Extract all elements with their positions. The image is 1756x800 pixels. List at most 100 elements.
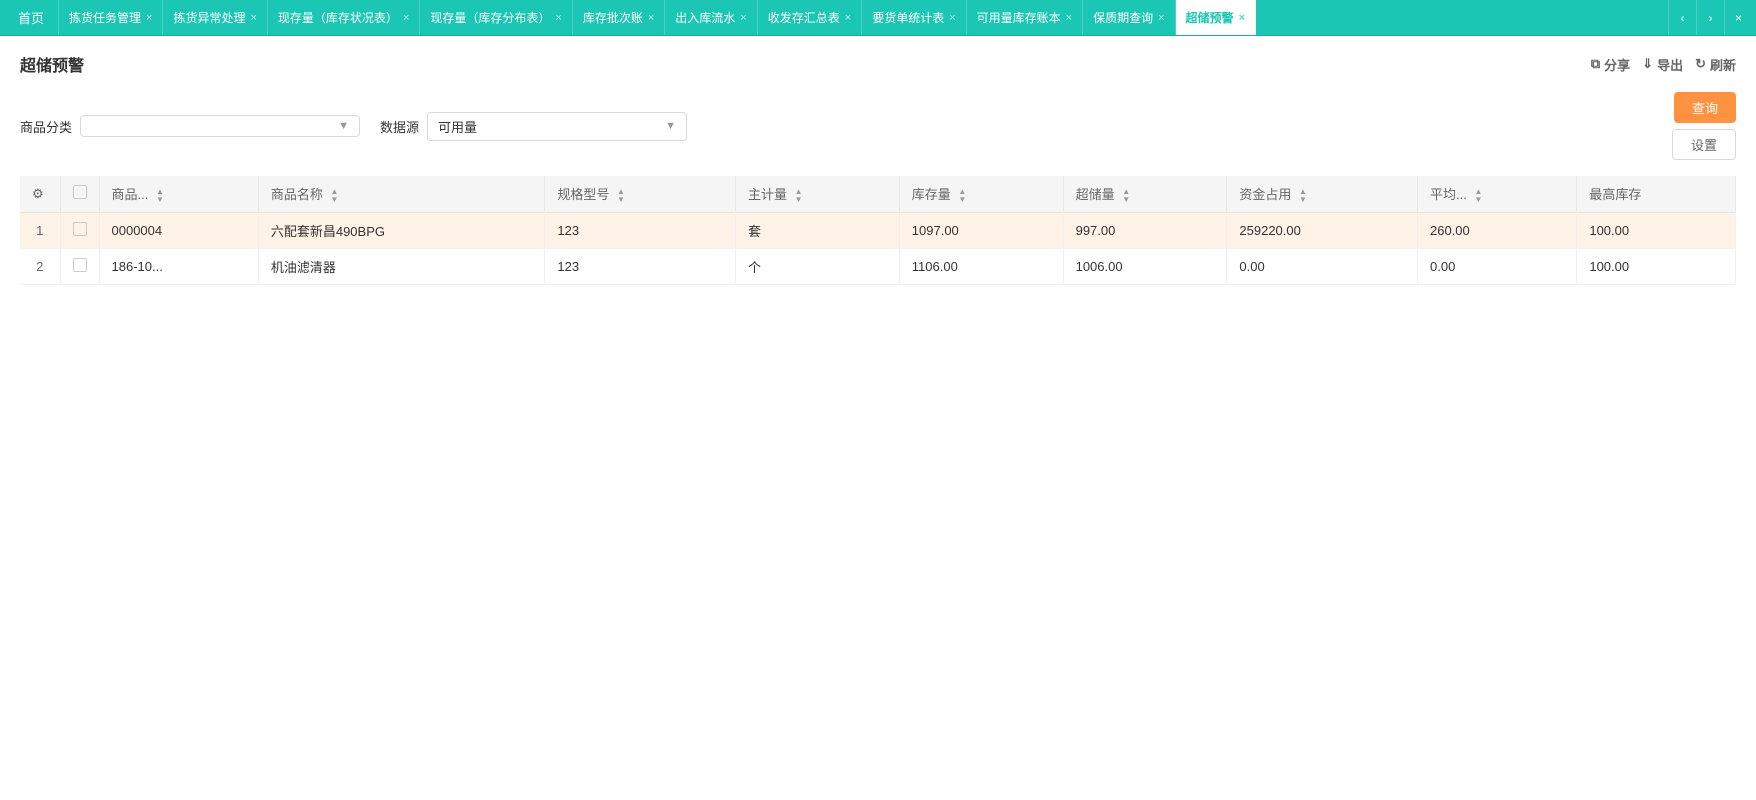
tab-2[interactable]: 拣货异常处理 × xyxy=(163,0,267,36)
row-2-product-code: 186-10... xyxy=(99,248,258,284)
sort-icon-2: ▲▼ xyxy=(330,188,338,204)
col-max-stock-header[interactable]: 最高库存 xyxy=(1577,176,1736,212)
row-2-max-stock: 100.00 xyxy=(1577,248,1736,284)
tab-5[interactable]: 库存批次账 × xyxy=(573,0,665,36)
page-title: 超储预警 xyxy=(20,52,84,76)
row-1-stock: 1097.00 xyxy=(899,212,1063,248)
row-1-num: 1 xyxy=(20,212,60,248)
table-header-row: ⚙ 商品... ▲▼ 商品名称 ▲▼ 规格型号 ▲▼ 主计 xyxy=(20,176,1736,212)
filter-buttons: 查询 设置 xyxy=(1672,92,1736,160)
col-spec-header[interactable]: 规格型号 ▲▼ xyxy=(545,176,736,212)
col-overstock-header[interactable]: 超储量 ▲▼ xyxy=(1063,176,1227,212)
export-icon: ⇓ xyxy=(1642,56,1653,72)
tab-11[interactable]: 超储预警 × xyxy=(1176,0,1256,36)
row-2-checkbox-cell xyxy=(60,248,99,284)
tab-5-close[interactable]: × xyxy=(648,12,654,24)
row-1-checkbox[interactable] xyxy=(73,222,87,236)
page-actions: ⧉ 分享 ⇓ 导出 ↻ 刷新 xyxy=(1591,55,1736,74)
settings-icon: ⚙ xyxy=(32,186,44,201)
row-2-capital: 0.00 xyxy=(1227,248,1418,284)
tab-3-close[interactable]: × xyxy=(403,12,409,24)
sort-icon-6: ▲▼ xyxy=(1122,188,1130,204)
sort-icon-8: ▲▼ xyxy=(1474,188,1482,204)
col-capital-header[interactable]: 资金占用 ▲▼ xyxy=(1227,176,1418,212)
row-2-spec: 123 xyxy=(545,248,736,284)
nav-home[interactable]: 首页 xyxy=(4,0,59,36)
tab-6[interactable]: 出入库流水 × xyxy=(665,0,757,36)
data-source-label: 数据源 xyxy=(380,117,419,136)
row-1-avg: 260.00 xyxy=(1418,212,1577,248)
filter-data-source: 数据源 可用量 ▼ xyxy=(380,112,687,141)
table-row: 1 0000004 六配套新昌490BPG 123 套 1097.00 997.… xyxy=(20,212,1736,248)
row-1-capital: 259220.00 xyxy=(1227,212,1418,248)
page-content: 超储预警 ⧉ 分享 ⇓ 导出 ↻ 刷新 商品分类 ▼ 数据源 xyxy=(0,36,1756,301)
col-unit-header[interactable]: 主计量 ▲▼ xyxy=(735,176,899,212)
row-1-product-name: 六配套新昌490BPG xyxy=(258,212,545,248)
settings-button[interactable]: 设置 xyxy=(1672,129,1736,160)
nav-close-button[interactable]: × xyxy=(1724,0,1752,36)
table-row: 2 186-10... 机油滤清器 123 个 1106.00 1006.00 … xyxy=(20,248,1736,284)
row-2-num: 2 xyxy=(20,248,60,284)
row-2-product-name: 机油滤清器 xyxy=(258,248,545,284)
sort-icon-4: ▲▼ xyxy=(795,188,803,204)
tab-10-close[interactable]: × xyxy=(1158,12,1164,24)
row-2-avg: 0.00 xyxy=(1418,248,1577,284)
row-1-overstock: 997.00 xyxy=(1063,212,1227,248)
refresh-button[interactable]: ↻ 刷新 xyxy=(1695,55,1736,74)
sort-icon-5: ▲▼ xyxy=(958,188,966,204)
sort-icon-3: ▲▼ xyxy=(617,188,625,204)
tab-8-close[interactable]: × xyxy=(949,12,955,24)
nav-arrows: ‹ › × xyxy=(1668,0,1752,36)
col-product-name-header[interactable]: 商品名称 ▲▼ xyxy=(258,176,545,212)
row-2-overstock: 1006.00 xyxy=(1063,248,1227,284)
row-2-checkbox[interactable] xyxy=(73,258,87,272)
refresh-icon: ↻ xyxy=(1695,56,1706,72)
row-2-unit: 个 xyxy=(735,248,899,284)
tab-11-close[interactable]: × xyxy=(1239,12,1245,24)
tab-1-close[interactable]: × xyxy=(146,12,152,24)
chevron-down-icon-2: ▼ xyxy=(665,120,676,132)
tab-9-close[interactable]: × xyxy=(1066,12,1072,24)
data-source-select[interactable]: 可用量 ▼ xyxy=(427,112,687,141)
nav-prev-button[interactable]: ‹ xyxy=(1668,0,1696,36)
tab-7[interactable]: 收发存汇总表 × xyxy=(758,0,862,36)
export-button[interactable]: ⇓ 导出 xyxy=(1642,55,1683,74)
filter-row: 商品分类 ▼ 数据源 可用量 ▼ 查询 设置 xyxy=(20,92,1736,160)
tab-2-close[interactable]: × xyxy=(250,12,256,24)
tab-8[interactable]: 要货单统计表 × xyxy=(862,0,966,36)
tab-4[interactable]: 现存量（库存分布表） × xyxy=(420,0,572,36)
sort-icon-7: ▲▼ xyxy=(1299,188,1307,204)
row-1-checkbox-cell xyxy=(60,212,99,248)
tab-9[interactable]: 可用量库存账本 × xyxy=(967,0,1083,36)
product-category-select[interactable]: ▼ xyxy=(80,115,360,137)
filter-product-category: 商品分类 ▼ xyxy=(20,115,360,137)
tab-7-close[interactable]: × xyxy=(845,12,851,24)
col-settings-header[interactable]: ⚙ xyxy=(20,176,60,212)
tab-1[interactable]: 拣货任务管理 × xyxy=(59,0,163,36)
row-1-spec: 123 xyxy=(545,212,736,248)
top-nav: 首页 拣货任务管理 × 拣货异常处理 × 现存量（库存状况表） × 现存量（库存… xyxy=(0,0,1756,36)
query-button[interactable]: 查询 xyxy=(1674,92,1736,123)
nav-next-button[interactable]: › xyxy=(1696,0,1724,36)
tab-10[interactable]: 保质期查询 × xyxy=(1083,0,1175,36)
col-checkbox-header[interactable] xyxy=(60,176,99,212)
page-header: 超储预警 ⧉ 分享 ⇓ 导出 ↻ 刷新 xyxy=(20,52,1736,76)
row-1-product-code: 0000004 xyxy=(99,212,258,248)
product-category-label: 商品分类 xyxy=(20,117,72,136)
sort-icon: ▲▼ xyxy=(156,188,164,204)
data-table: ⚙ 商品... ▲▼ 商品名称 ▲▼ 规格型号 ▲▼ 主计 xyxy=(20,176,1736,285)
chevron-down-icon: ▼ xyxy=(338,120,349,132)
row-2-stock: 1106.00 xyxy=(899,248,1063,284)
col-product-code-header[interactable]: 商品... ▲▼ xyxy=(99,176,258,212)
col-stock-header[interactable]: 库存量 ▲▼ xyxy=(899,176,1063,212)
row-1-max-stock: 100.00 xyxy=(1577,212,1736,248)
share-button[interactable]: ⧉ 分享 xyxy=(1591,55,1630,74)
data-source-value: 可用量 xyxy=(438,117,477,136)
share-icon: ⧉ xyxy=(1591,56,1600,72)
row-1-unit: 套 xyxy=(735,212,899,248)
col-avg-header[interactable]: 平均... ▲▼ xyxy=(1418,176,1577,212)
tab-4-close[interactable]: × xyxy=(555,12,561,24)
tab-6-close[interactable]: × xyxy=(740,12,746,24)
header-checkbox[interactable] xyxy=(73,185,87,199)
tab-3[interactable]: 现存量（库存状况表） × xyxy=(268,0,420,36)
